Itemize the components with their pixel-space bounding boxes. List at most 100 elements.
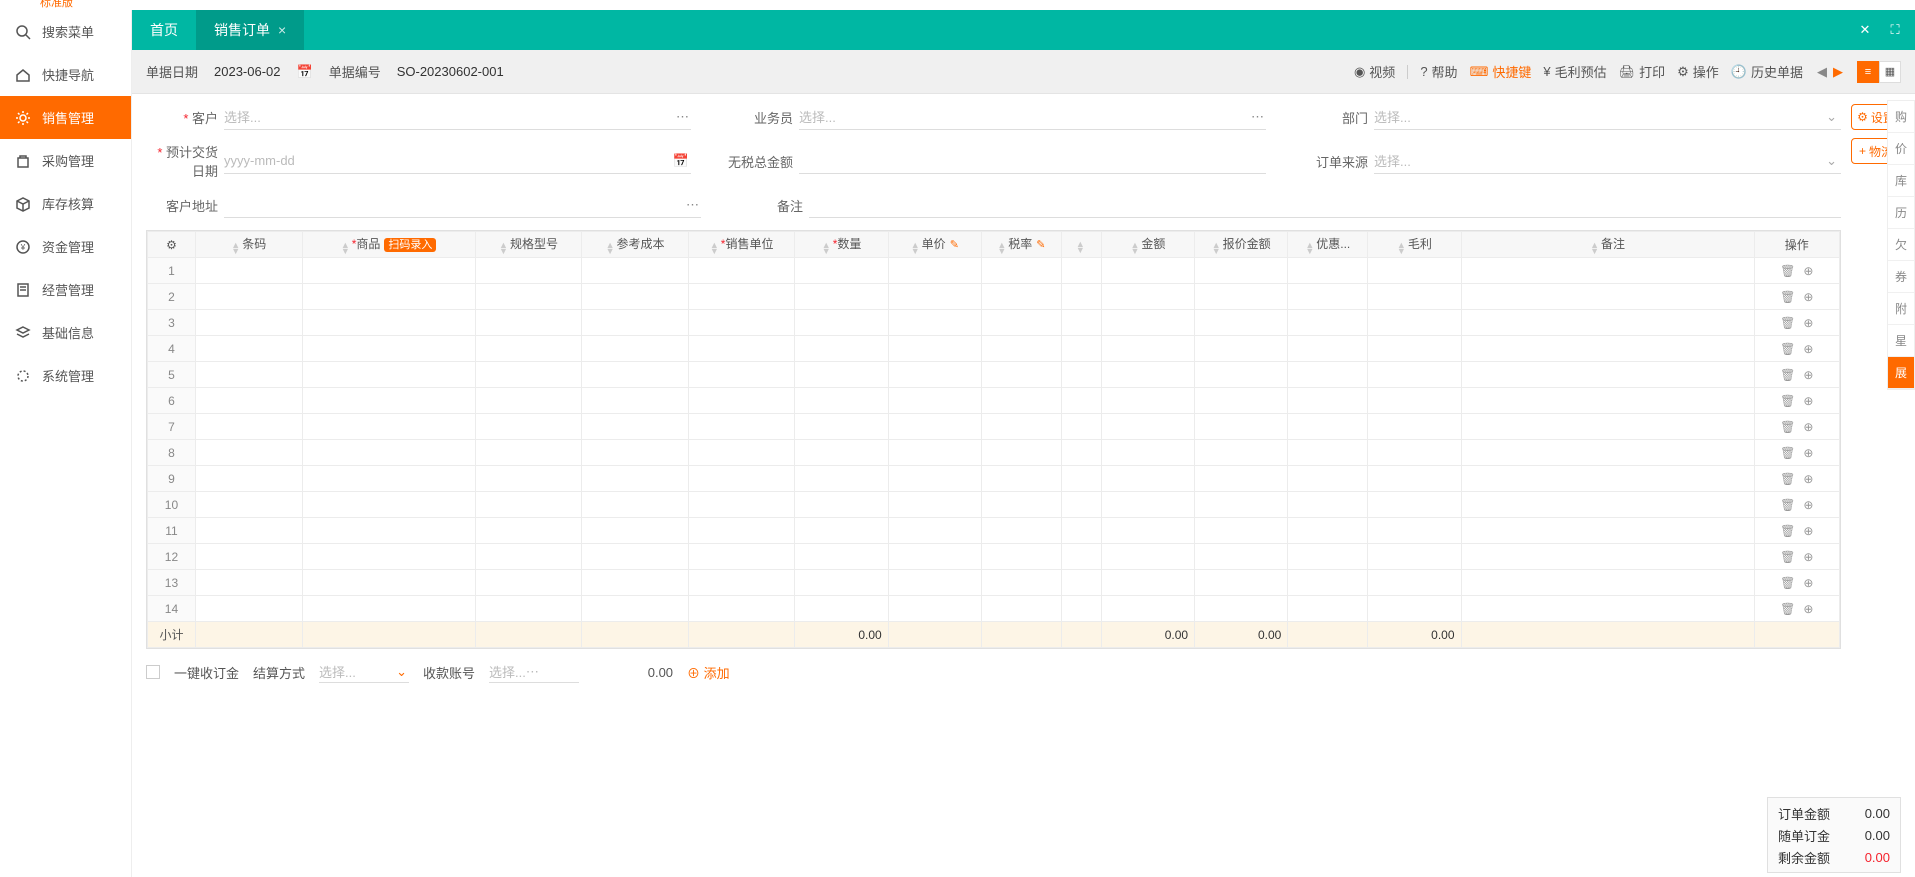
deposit-checkbox[interactable] (146, 665, 160, 679)
copy-icon[interactable]: ⊕ (1803, 602, 1813, 616)
copy-icon[interactable]: ⊕ (1803, 264, 1813, 278)
sidebar-item-6[interactable]: 经营管理 (0, 268, 131, 311)
edit-icon[interactable]: ✎ (1036, 239, 1045, 251)
delete-icon[interactable]: 🗑 (1780, 446, 1795, 460)
copy-icon[interactable]: ⊕ (1803, 394, 1813, 408)
ellipsis-icon[interactable]: ⋯ (676, 109, 689, 125)
tab-0[interactable]: 首页 (132, 10, 196, 50)
nav-prev-icon[interactable]: ◀ (1815, 62, 1829, 82)
scan-badge[interactable]: 扫码录入 (384, 238, 436, 252)
copy-icon[interactable]: ⊕ (1803, 498, 1813, 512)
col-unit[interactable]: ▲▼*销售单位 (688, 232, 795, 258)
chevron-down-icon[interactable]: ⌄ (396, 664, 407, 680)
ellipsis-icon[interactable]: ⋯ (686, 197, 699, 213)
delete-icon[interactable]: 🗑 (1780, 316, 1795, 330)
delete-icon[interactable]: 🗑 (1780, 420, 1795, 434)
sidebar-item-1[interactable]: 快捷导航 (0, 53, 131, 96)
sidebar-item-8[interactable]: 系统管理 (0, 354, 131, 397)
sort-icon[interactable]: ▲▼ (1076, 241, 1085, 253)
table-row[interactable]: 1🗑⊕ (148, 258, 1840, 284)
col-quote[interactable]: ▲▼报价金额 (1195, 232, 1288, 258)
table-row[interactable]: 8🗑⊕ (148, 440, 1840, 466)
table-row[interactable]: 13🗑⊕ (148, 570, 1840, 596)
toolbar-history[interactable]: 🕘 历史单据 (1731, 62, 1803, 81)
sort-icon[interactable]: ▲▼ (499, 242, 508, 254)
copy-icon[interactable]: ⊕ (1803, 368, 1813, 382)
dept-input[interactable]: 选择...⌄ (1374, 104, 1841, 130)
view-grid-button[interactable]: ▦ (1879, 61, 1901, 83)
tab-close-button[interactable]: ✕ (1853, 18, 1877, 42)
sidebar-item-3[interactable]: 采购管理 (0, 139, 131, 182)
col-disc[interactable]: ▲▼优惠... (1288, 232, 1368, 258)
delete-icon[interactable]: 🗑 (1780, 290, 1795, 304)
copy-icon[interactable]: ⊕ (1803, 576, 1813, 590)
float-item-7[interactable]: 星 (1888, 325, 1914, 357)
col-blank[interactable]: ▲▼ (1061, 232, 1101, 258)
sidebar-item-0[interactable]: 搜索菜单 (0, 10, 131, 53)
chevron-down-icon[interactable]: ⌄ (1826, 153, 1837, 169)
fullscreen-button[interactable]: ⛶ (1883, 18, 1907, 42)
toolbar-help[interactable]: ? 帮助 (1420, 62, 1457, 81)
sort-icon[interactable]: ▲▼ (710, 242, 719, 254)
sidebar-item-4[interactable]: 库存核算 (0, 182, 131, 225)
table-row[interactable]: 3🗑⊕ (148, 310, 1840, 336)
settle-select[interactable]: 选择...⌄ (319, 661, 409, 683)
toolbar-video[interactable]: ◉ 视频 (1354, 62, 1395, 81)
copy-icon[interactable]: ⊕ (1803, 472, 1813, 486)
toolbar-shortcut[interactable]: ⌨ 快捷键 (1470, 62, 1532, 81)
sort-icon[interactable]: ▲▼ (822, 242, 831, 254)
gear-icon[interactable]: ⚙ (166, 238, 177, 252)
copy-icon[interactable]: ⊕ (1803, 524, 1813, 538)
col-op[interactable]: 操作 (1754, 232, 1839, 258)
toolbar-ops[interactable]: ⚙ 操作 (1677, 62, 1719, 81)
tab-1[interactable]: 销售订单× (196, 10, 304, 50)
delete-icon[interactable]: 🗑 (1780, 498, 1795, 512)
nav-next-icon[interactable]: ▶ (1831, 62, 1845, 82)
delete-icon[interactable]: 🗑 (1780, 368, 1795, 382)
delete-icon[interactable]: 🗑 (1780, 394, 1795, 408)
table-row[interactable]: 12🗑⊕ (148, 544, 1840, 570)
col-profit[interactable]: ▲▼毛利 (1368, 232, 1461, 258)
sort-icon[interactable]: ▲▼ (231, 242, 240, 254)
col-tax[interactable]: ▲▼税率✎ (981, 232, 1061, 258)
table-row[interactable]: 6🗑⊕ (148, 388, 1840, 414)
table-row[interactable]: 4🗑⊕ (148, 336, 1840, 362)
toolbar-print[interactable]: 🖨 打印 (1619, 62, 1666, 81)
table-row[interactable]: 10🗑⊕ (148, 492, 1840, 518)
calendar-icon[interactable]: 📅 (297, 64, 313, 80)
col-amount[interactable]: ▲▼金额 (1101, 232, 1194, 258)
table-row[interactable]: 14🗑⊕ (148, 596, 1840, 622)
sort-icon[interactable]: ▲▼ (1130, 242, 1139, 254)
acct-select[interactable]: 选择...⋯ (489, 661, 579, 683)
table-row[interactable]: 11🗑⊕ (148, 518, 1840, 544)
float-item-0[interactable]: 购 (1888, 101, 1914, 133)
float-item-4[interactable]: 欠 (1888, 229, 1914, 261)
sidebar-item-5[interactable]: ¥资金管理 (0, 225, 131, 268)
delete-icon[interactable]: 🗑 (1780, 602, 1795, 616)
copy-icon[interactable]: ⊕ (1803, 342, 1813, 356)
sort-icon[interactable]: ▲▼ (1590, 242, 1599, 254)
sort-icon[interactable]: ▲▼ (1305, 242, 1314, 254)
col-price[interactable]: ▲▼单价✎ (888, 232, 981, 258)
col-gear[interactable]: ⚙ (148, 232, 196, 258)
sort-icon[interactable]: ▲▼ (606, 242, 615, 254)
delete-icon[interactable]: 🗑 (1780, 342, 1795, 356)
float-item-3[interactable]: 历 (1888, 197, 1914, 229)
copy-icon[interactable]: ⊕ (1803, 290, 1813, 304)
table-row[interactable]: 7🗑⊕ (148, 414, 1840, 440)
col-refcost[interactable]: ▲▼参考成本 (582, 232, 689, 258)
copy-icon[interactable]: ⊕ (1803, 446, 1813, 460)
toolbar-profit[interactable]: ¥ 毛利预估 (1543, 62, 1606, 81)
view-list-button[interactable]: ≡ (1857, 61, 1879, 83)
deliver-input[interactable]: yyyy-mm-dd📅 (224, 148, 691, 174)
remark-input[interactable] (809, 192, 1841, 218)
edit-icon[interactable]: ✎ (950, 239, 959, 251)
total-excl-input[interactable] (799, 148, 1266, 174)
add-button[interactable]: ⊕ 添加 (687, 663, 730, 682)
delete-icon[interactable]: 🗑 (1780, 524, 1795, 538)
salesman-input[interactable]: 选择...⋯ (799, 104, 1266, 130)
float-item-8[interactable]: 展 (1888, 357, 1914, 389)
col-barcode[interactable]: ▲▼条码 (195, 232, 302, 258)
source-input[interactable]: 选择...⌄ (1374, 148, 1841, 174)
sort-icon[interactable]: ▲▼ (341, 242, 350, 254)
